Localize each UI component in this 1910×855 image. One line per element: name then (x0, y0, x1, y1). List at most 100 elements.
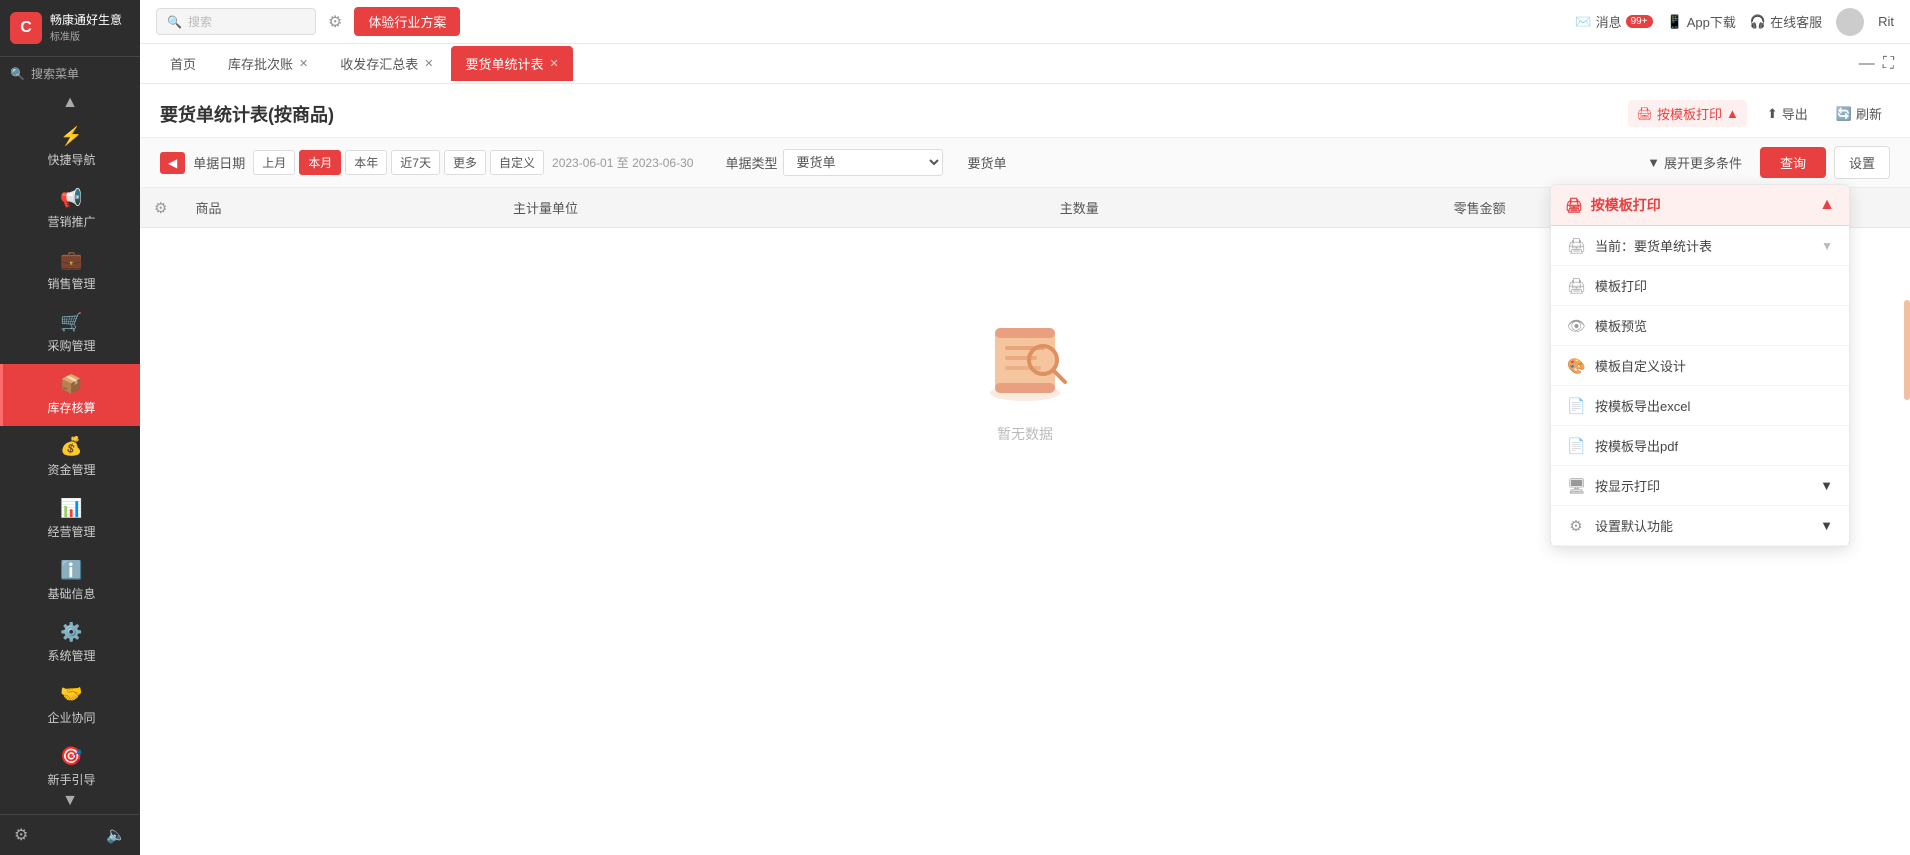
tab-receipt-summary-close[interactable]: ✕ (424, 57, 433, 70)
query-button[interactable]: 查询 (1760, 147, 1826, 178)
tabs-bar: 首页 库存批次账 ✕ 收发存汇总表 ✕ 要货单统计表 ✕ — ⛶ (140, 44, 1910, 84)
template-design-icon: 🎨 (1567, 357, 1585, 375)
message-badge: 99+ (1626, 15, 1653, 28)
expand-label: 展开更多条件 (1664, 153, 1742, 172)
gear-icon[interactable]: ⚙ (328, 12, 342, 32)
dropdown-template-preview[interactable]: 👁 模板预览 (1551, 306, 1849, 346)
online-service-label: 在线客服 (1770, 12, 1822, 31)
dropdown-default-func[interactable]: ⚙ 设置默认功能 ▼ (1551, 506, 1849, 546)
date-btn-this-year[interactable]: 本年 (345, 150, 387, 175)
filter-bar: ◀ 单据日期 上月 本月 本年 近7天 更多 自定义 2023-06-01 至 … (140, 137, 1910, 188)
dropdown-arrow-up[interactable]: ▲ (1819, 196, 1835, 214)
tab-home-label: 首页 (170, 54, 196, 73)
sidebar-item-label: 库存核算 (47, 399, 95, 416)
main-content: 🔍 搜索 ⚙ 体验行业方案 ✉️ 消息 99+ 📱 App下载 🎧 在线客服 R… (140, 0, 1910, 855)
trial-button[interactable]: 体验行业方案 (354, 7, 460, 36)
sidebar-item-marketing[interactable]: 📢 营销推广 (0, 178, 140, 240)
sidebar-item-purchase[interactable]: 🛒 采购管理 (0, 302, 140, 364)
marketing-icon: 📢 (60, 188, 82, 209)
sidebar-item-label: 经营管理 (47, 523, 95, 540)
empty-text: 暂无数据 (997, 424, 1053, 444)
minimize-window-button[interactable]: — (1859, 55, 1875, 73)
dropdown-current-template[interactable]: 🖨 当前：要货单统计表 ▼ (1551, 226, 1849, 266)
default-func-label: 设置默认功能 (1595, 516, 1673, 535)
column-settings-button[interactable]: 设置 (1834, 146, 1890, 179)
export-excel-label: 按模板导出excel (1595, 396, 1690, 415)
export-pdf-label: 按模板导出pdf (1595, 436, 1678, 455)
export-excel-icon: 📄 (1567, 397, 1585, 415)
tab-inventory-batch-label: 库存批次账 (228, 54, 293, 73)
tab-home[interactable]: 首页 (156, 46, 210, 81)
scroll-down-button[interactable]: ▼ (0, 788, 140, 814)
dropdown-template-print[interactable]: 🖨 模板打印 (1551, 266, 1849, 306)
sidebar-item-label: 新手引导 (47, 771, 95, 788)
sound-footer-button[interactable]: 🔈 (106, 825, 126, 845)
date-btn-custom[interactable]: 自定义 (490, 150, 544, 175)
dropdown-header-right: ▲ (1819, 196, 1835, 214)
expand-icon: ▼ (1647, 155, 1660, 170)
refresh-button[interactable]: 🔄 刷新 (1828, 100, 1890, 127)
system-icon: ⚙️ (60, 622, 82, 643)
app-badge: 标准版 (50, 28, 122, 43)
dropdown-export-excel[interactable]: 📄 按模板导出excel (1551, 386, 1849, 426)
tab-order-stats-label: 要货单统计表 (465, 54, 543, 73)
sidebar-item-finance[interactable]: 💰 资金管理 (0, 426, 140, 488)
sidebar-item-collab[interactable]: 🤝 企业协同 (0, 674, 140, 736)
tab-order-stats-close[interactable]: ✕ (550, 57, 559, 70)
sidebar-item-system[interactable]: ⚙️ 系统管理 (0, 612, 140, 674)
table-gear-icon[interactable]: ⚙ (154, 200, 167, 217)
date-btn-this-month[interactable]: 本月 (299, 150, 341, 175)
dropdown-header: 🖨 按模板打印 ▲ (1551, 185, 1849, 226)
scroll-up-button[interactable]: ▲ (0, 90, 140, 116)
sidebar-item-basic[interactable]: ℹ️ 基础信息 (0, 550, 140, 612)
app-download-label: App下载 (1687, 12, 1736, 31)
template-design-label: 模板自定义设计 (1595, 356, 1686, 375)
maximize-window-button[interactable]: ⛶ (1883, 55, 1894, 73)
date-btn-last-month[interactable]: 上月 (253, 150, 295, 175)
type-filter-select[interactable]: 要货单 (783, 149, 943, 176)
sidebar-item-operation[interactable]: 📊 经营管理 (0, 488, 140, 550)
inventory-icon: 📦 (60, 374, 82, 395)
display-print-label: 按显示打印 (1595, 476, 1660, 495)
date-btn-7days[interactable]: 近7天 (391, 150, 440, 175)
sidebar-item-quick-nav[interactable]: ⚡ 快捷导航 (0, 116, 140, 178)
sidebar-item-label: 资金管理 (47, 461, 95, 478)
date-filter-label: 单据日期 (193, 153, 245, 172)
sidebar-item-guide[interactable]: 🎯 新手引导 (0, 736, 140, 788)
sidebar-search[interactable]: 🔍 搜索菜单 (0, 57, 140, 90)
search-label: 搜索菜单 (31, 65, 79, 82)
avatar[interactable] (1836, 8, 1864, 36)
tab-receipt-summary[interactable]: 收发存汇总表 ✕ (326, 46, 447, 81)
date-btn-more[interactable]: 更多 (444, 150, 486, 175)
page-header: 要货单统计表(按商品) 🖨 按模板打印 ▲ ⬆ 导出 🔄 刷新 (140, 84, 1910, 137)
print-button[interactable]: 🖨 按模板打印 ▲ (1628, 100, 1746, 127)
logo-icon: C (10, 12, 42, 44)
tab-inventory-batch-close[interactable]: ✕ (299, 57, 308, 70)
tab-order-stats[interactable]: 要货单统计表 ✕ (451, 46, 572, 81)
app-download-action[interactable]: 📱 App下载 (1667, 12, 1736, 31)
top-bar: 🔍 搜索 ⚙ 体验行业方案 ✉️ 消息 99+ 📱 App下载 🎧 在线客服 R… (140, 0, 1910, 44)
sidebar-item-label: 基础信息 (47, 585, 95, 602)
logo-text-group: 畅康通好生意 标准版 (50, 13, 122, 44)
collab-icon: 🤝 (60, 684, 82, 705)
display-print-left: 🖥 按显示打印 (1567, 476, 1660, 495)
default-func-left: ⚙ 设置默认功能 (1567, 516, 1673, 535)
top-search-box[interactable]: 🔍 搜索 (156, 8, 316, 35)
dropdown-display-print[interactable]: 🖥 按显示打印 ▼ (1551, 466, 1849, 506)
settings-footer-button[interactable]: ⚙ (14, 825, 28, 845)
display-print-arrow: ▼ (1820, 478, 1833, 493)
dropdown-export-pdf[interactable]: 📄 按模板导出pdf (1551, 426, 1849, 466)
tab-inventory-batch[interactable]: 库存批次账 ✕ (214, 46, 322, 81)
message-action[interactable]: ✉️ 消息 99+ (1575, 12, 1652, 31)
collapse-filter-button[interactable]: ◀ (160, 152, 185, 174)
expand-filters-button[interactable]: ▼ 展开更多条件 (1637, 149, 1752, 176)
scroll-track[interactable] (1904, 300, 1910, 400)
filter-row-1: ◀ 单据日期 上月 本月 本年 近7天 更多 自定义 2023-06-01 至 … (160, 146, 1890, 179)
top-bar-actions: ✉️ 消息 99+ 📱 App下载 🎧 在线客服 Rit (1575, 8, 1894, 36)
export-button[interactable]: ⬆ 导出 (1759, 100, 1816, 127)
template-preview-icon: 👁 (1567, 317, 1585, 335)
sidebar-item-inventory[interactable]: 📦 库存核算 (0, 364, 140, 426)
sidebar-item-sales[interactable]: 💼 销售管理 (0, 240, 140, 302)
dropdown-template-design[interactable]: 🎨 模板自定义设计 (1551, 346, 1849, 386)
online-service-action[interactable]: 🎧 在线客服 (1750, 12, 1822, 31)
